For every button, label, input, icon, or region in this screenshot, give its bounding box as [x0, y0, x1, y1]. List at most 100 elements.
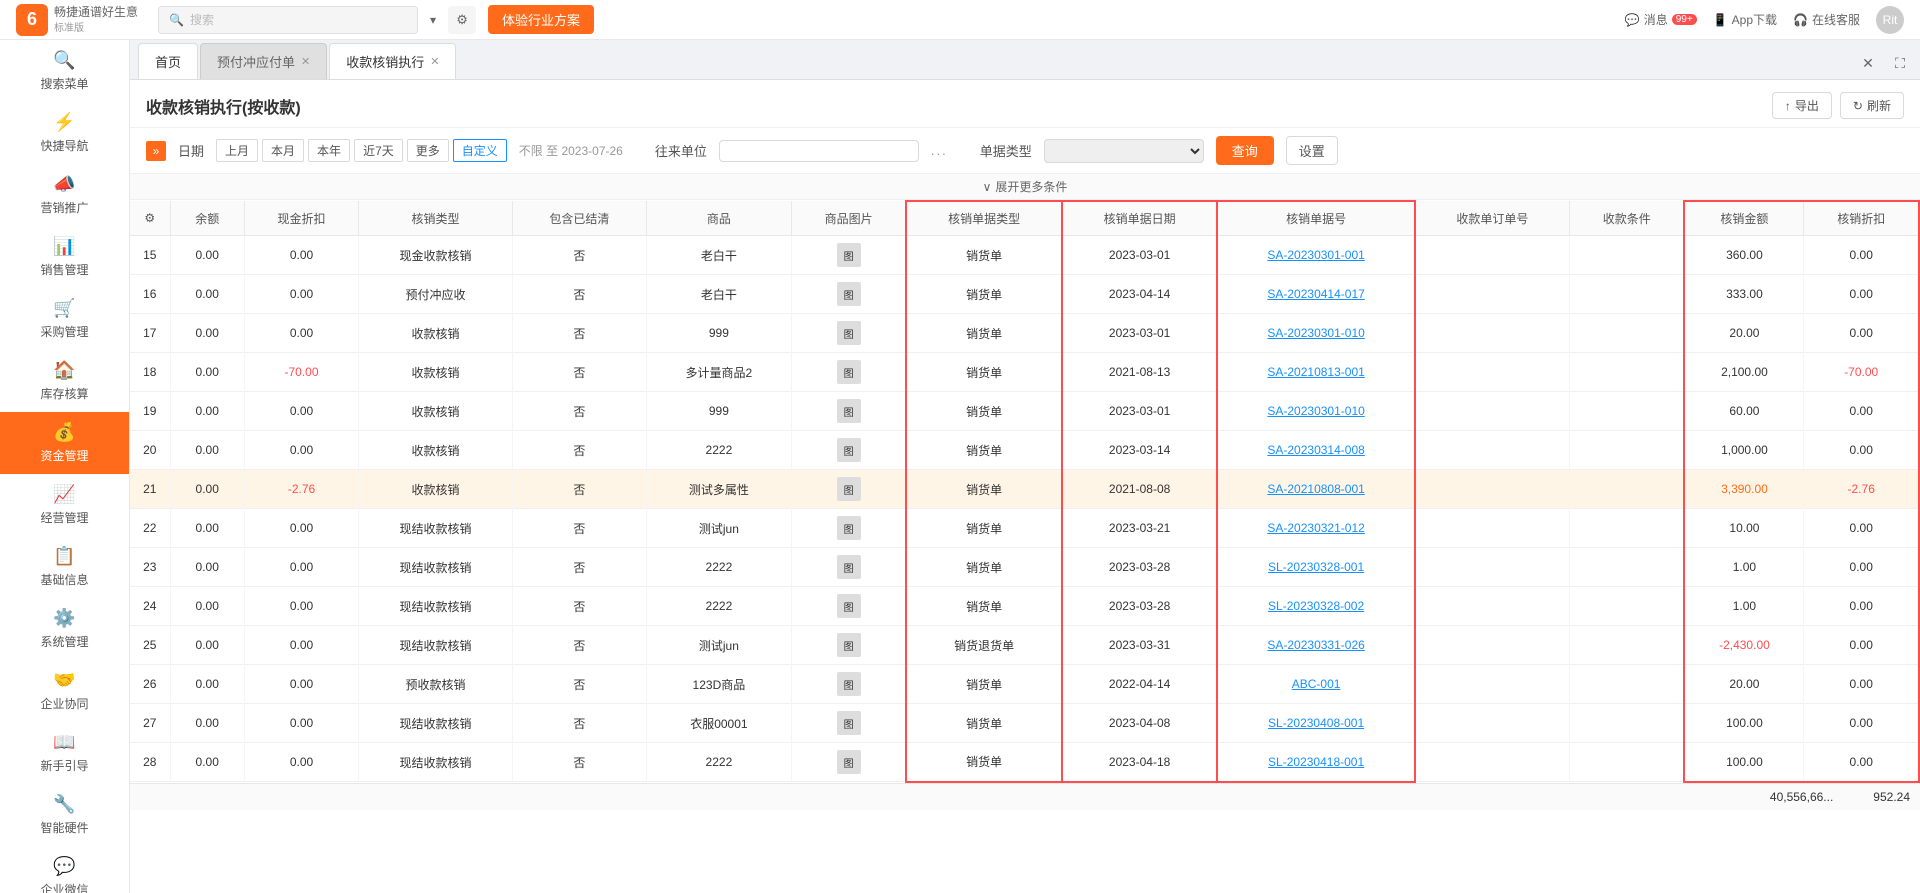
export-btn[interactable]: ↑ 导出 [1772, 92, 1832, 119]
page-actions: ↑ 导出 ↻ 刷新 [1772, 92, 1904, 119]
sidebar-item-wechat[interactable]: 💬 企业微信 [0, 846, 129, 893]
settings-gear[interactable]: ⚙ [448, 6, 476, 34]
cell-goods-image: 图 [791, 314, 906, 353]
tab-prepay-close[interactable]: ✕ [301, 55, 310, 68]
date-btn-7days[interactable]: 近7天 [354, 139, 403, 162]
refresh-btn[interactable]: ↻ 刷新 [1840, 92, 1904, 119]
col-goods-image-header: 商品图片 [791, 201, 906, 236]
cell-id: 23 [130, 548, 170, 587]
shortcut-icon: ⚡ [53, 112, 75, 133]
sidebar-item-hardware[interactable]: 🔧 智能硬件 [0, 784, 129, 846]
cell-include-settled: 否 [512, 431, 646, 470]
global-search[interactable]: 🔍 搜索 [158, 6, 418, 34]
tab-home-label: 首页 [155, 52, 181, 71]
cell-cancel-doc-no[interactable]: SA-20230321-012 [1217, 509, 1415, 548]
cell-receipt-order-no [1415, 626, 1570, 665]
doc-type-select[interactable] [1044, 139, 1204, 163]
filter-expand-btn[interactable]: » [146, 141, 166, 161]
cell-cancel-doc-type: 销货单 [906, 275, 1061, 314]
sidebar-item-label: 企业协同 [40, 695, 88, 712]
cell-goods-image: 图 [791, 431, 906, 470]
cell-cancel-doc-type: 销货单 [906, 470, 1061, 509]
tab-home[interactable]: 首页 [138, 43, 198, 79]
tab-prepay[interactable]: 预付冲应付单 ✕ [200, 43, 327, 79]
sidebar-item-enterprise[interactable]: 🤝 企业协同 [0, 660, 129, 722]
logo-name: 畅捷通谱好生意 [54, 5, 138, 19]
date-btn-this-month[interactable]: 本月 [262, 139, 304, 162]
dropdown-toggle[interactable]: ▾ [430, 13, 436, 27]
sidebar-item-guide[interactable]: 📖 新手引导 [0, 722, 129, 784]
close-window-btn[interactable]: ✕ [1856, 51, 1880, 75]
cell-cash-discount: 0.00 [244, 314, 358, 353]
cell-cancel-doc-no[interactable]: SL-20230328-002 [1217, 587, 1415, 626]
cell-cancel-discount: 0.00 [1804, 665, 1919, 704]
cell-cancel-amount: 2,100.00 [1684, 353, 1803, 392]
cell-id: 21 [130, 470, 170, 509]
cell-balance: 0.00 [170, 704, 244, 743]
sidebar-item-search[interactable]: 🔍 搜索菜单 [0, 40, 129, 102]
cell-cancel-doc-no[interactable]: SA-20230314-008 [1217, 431, 1415, 470]
cell-include-settled: 否 [512, 236, 646, 275]
date-btn-more[interactable]: 更多 [407, 139, 449, 162]
col-settings-header[interactable]: ⚙ [130, 201, 170, 236]
cell-include-settled: 否 [512, 470, 646, 509]
cell-cancel-doc-no[interactable]: SA-20230414-017 [1217, 275, 1415, 314]
from-unit-input[interactable] [719, 140, 919, 162]
user-avatar[interactable]: Rit [1876, 6, 1904, 34]
cell-cancel-doc-no[interactable]: SA-20230301-001 [1217, 236, 1415, 275]
cell-cancel-doc-no[interactable]: SA-20230301-010 [1217, 392, 1415, 431]
cell-cancel-doc-no[interactable]: SA-20210813-001 [1217, 353, 1415, 392]
cell-cancel-doc-no[interactable]: SA-20230301-010 [1217, 314, 1415, 353]
cell-cancel-doc-no[interactable]: SL-20230328-001 [1217, 548, 1415, 587]
tab-receipt-cancel[interactable]: 收款核销执行 ✕ [329, 43, 456, 79]
industry-solution-btn[interactable]: 体验行业方案 [488, 5, 594, 34]
cell-receipt-order-no [1415, 275, 1570, 314]
sidebar-item-inventory[interactable]: 🏠 库存核算 [0, 350, 129, 412]
query-btn[interactable]: 查询 [1216, 136, 1274, 165]
inventory-icon: 🏠 [53, 360, 75, 381]
cell-include-settled: 否 [512, 548, 646, 587]
cell-cancel-doc-type: 销货单 [906, 704, 1061, 743]
cell-cancel-doc-no[interactable]: SL-20230408-001 [1217, 704, 1415, 743]
sidebar-item-marketing[interactable]: 📣 营销推广 [0, 164, 129, 226]
sidebar-item-operations[interactable]: 📈 经营管理 [0, 474, 129, 536]
cell-cancel-discount: 0.00 [1804, 431, 1919, 470]
col-balance-header: 余额 [170, 201, 244, 236]
cell-cancel-doc-no[interactable]: SA-20230331-026 [1217, 626, 1415, 665]
sidebar-item-shortcut[interactable]: ⚡ 快捷导航 [0, 102, 129, 164]
sidebar-item-system[interactable]: ⚙️ 系统管理 [0, 598, 129, 660]
search-placeholder: 搜索 [190, 11, 214, 28]
sidebar-item-finance[interactable]: 💰 资金管理 [0, 412, 129, 474]
notification-badge: 99+ [1672, 14, 1697, 25]
expand-more-btn[interactable]: ∨ 展开更多条件 [983, 178, 1068, 195]
table-row: 17 0.00 0.00 收款核销 否 999 图 销货单 2023-03-01… [130, 314, 1919, 353]
sidebar-item-label: 搜索菜单 [40, 75, 88, 92]
table-row: 23 0.00 0.00 现结收款核销 否 2222 图 销货单 2023-03… [130, 548, 1919, 587]
date-btn-custom[interactable]: 自定义 [453, 139, 507, 162]
app-download-btn[interactable]: 📱 App下载 [1713, 11, 1777, 28]
cell-receipt-order-no [1415, 665, 1570, 704]
cell-receipt-condition [1570, 665, 1685, 704]
cell-cancel-type: 现结收款核销 [359, 743, 513, 782]
cell-cancel-doc-no[interactable]: SL-20230418-001 [1217, 743, 1415, 782]
setting-btn[interactable]: 设置 [1286, 136, 1338, 165]
cell-cancel-doc-no[interactable]: SA-20210808-001 [1217, 470, 1415, 509]
date-btn-this-year[interactable]: 本年 [308, 139, 350, 162]
sidebar-item-purchase[interactable]: 🛒 采购管理 [0, 288, 129, 350]
online-service-btn[interactable]: 🎧 在线客服 [1793, 11, 1860, 28]
tab-receipt-cancel-close[interactable]: ✕ [430, 55, 439, 68]
cell-id: 17 [130, 314, 170, 353]
sidebar-item-label: 采购管理 [40, 323, 88, 340]
cell-receipt-order-no [1415, 236, 1570, 275]
table-body: 15 0.00 0.00 现金收款核销 否 老白干 图 销货单 2023-03-… [130, 236, 1919, 782]
maximize-window-btn[interactable]: ⛶ [1888, 51, 1912, 75]
sidebar-item-label: 快捷导航 [40, 137, 88, 154]
logo-icon: 6 [16, 4, 48, 36]
sidebar-item-sales[interactable]: 📊 销售管理 [0, 226, 129, 288]
date-btn-last-month[interactable]: 上月 [216, 139, 258, 162]
cell-cancel-doc-no[interactable]: ABC-001 [1217, 665, 1415, 704]
sidebar-item-basic-info[interactable]: 📋 基础信息 [0, 536, 129, 598]
notification-btn[interactable]: 💬 消息 99+ [1625, 11, 1697, 28]
col-include-settled-header: 包含已结清 [512, 201, 646, 236]
cell-cancel-doc-type: 销货单 [906, 587, 1061, 626]
